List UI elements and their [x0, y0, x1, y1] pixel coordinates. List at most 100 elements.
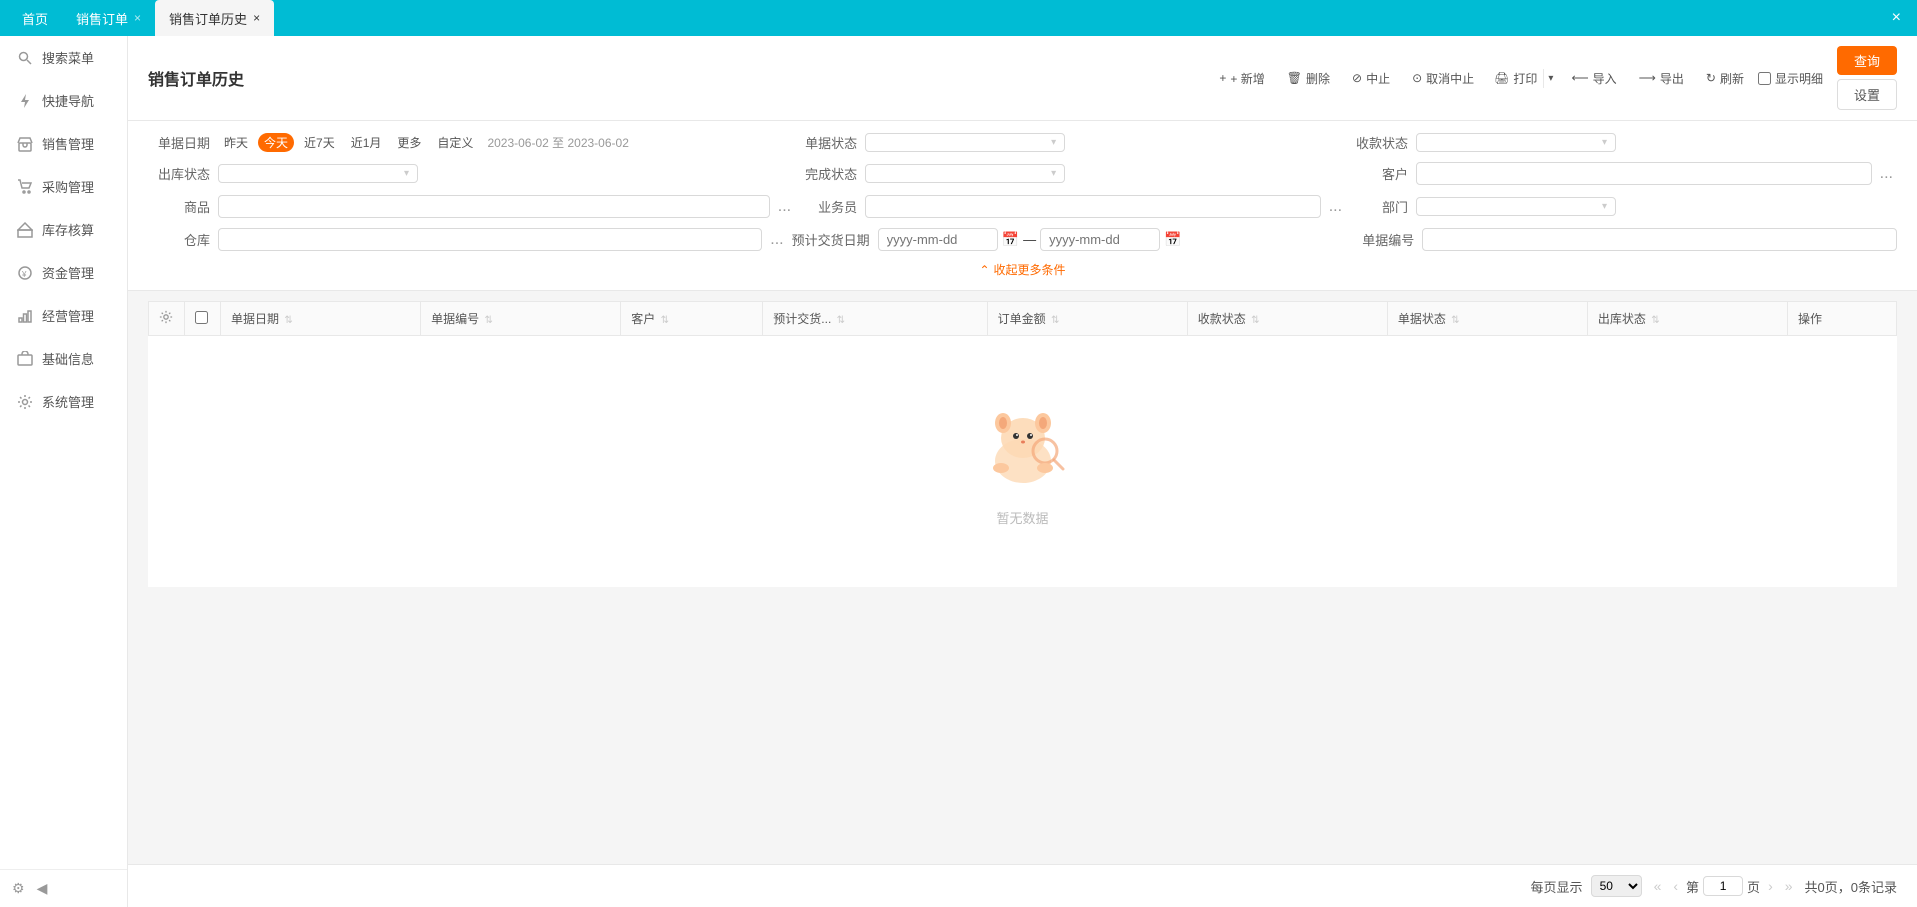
export-button[interactable]: ⟶ 导出: [1631, 66, 1692, 91]
svg-text:¥: ¥: [21, 270, 27, 279]
new-button[interactable]: + + 新增: [1211, 66, 1272, 91]
sidebar-item-finance[interactable]: ¥ 资金管理: [0, 251, 127, 294]
cancel-stop-button[interactable]: ⊙ 取消中止: [1404, 66, 1482, 91]
salesperson-dots-icon[interactable]: ...: [1325, 198, 1346, 216]
filter-row-4: 仓库 ... 预计交货日期 📅 — 📅 单据编号: [148, 228, 1897, 251]
first-page-button[interactable]: «: [1650, 876, 1666, 896]
collapse-button[interactable]: ⌃ 收起更多条件: [148, 261, 1897, 278]
date-tag-more[interactable]: 更多: [391, 133, 427, 152]
th-no[interactable]: 单据编号 ⇅: [421, 302, 621, 336]
customer-dots-icon[interactable]: ...: [1876, 165, 1897, 183]
sidebar-item-finance-label: 资金管理: [42, 263, 94, 282]
customer-input[interactable]: [1416, 162, 1872, 185]
th-out-status[interactable]: 出库状态 ⇅: [1587, 302, 1787, 336]
filter-row-1: 单据日期 昨天 今天 近7天 近1月 更多 自定义 2023-06-02 至 2…: [148, 133, 1897, 152]
sidebar-item-search[interactable]: 搜索菜单: [0, 36, 127, 79]
sidebar-item-nav[interactable]: 快捷导航: [0, 79, 127, 122]
receipt-status-select[interactable]: ▾: [1416, 133, 1616, 152]
import-button[interactable]: ⟵ 导入: [1563, 66, 1624, 91]
page-size-select[interactable]: 20 50 100: [1591, 875, 1642, 897]
date-tag-yesterday[interactable]: 昨天: [218, 133, 254, 152]
next-page-button[interactable]: ›: [1764, 876, 1777, 896]
salesperson-input[interactable]: [865, 195, 1321, 218]
query-button[interactable]: 查询: [1837, 46, 1897, 75]
tab-home[interactable]: 首页: [8, 0, 62, 36]
delivery-date-start-calendar-icon[interactable]: 📅: [1002, 231, 1019, 248]
sort-out-icon: ⇅: [1651, 315, 1659, 326]
th-delivery[interactable]: 预计交货... ⇅: [763, 302, 987, 336]
th-gear[interactable]: [149, 302, 185, 336]
show-detail-checkbox[interactable]: [1758, 72, 1771, 85]
delivery-date-end-calendar-icon[interactable]: 📅: [1164, 231, 1181, 248]
footer-pagination: 每页显示 20 50 100 « ‹ 第 页 › » 共0页，0条记录: [128, 864, 1917, 907]
warehouse-control: ...: [218, 228, 788, 251]
sidebar-item-operation[interactable]: 经营管理: [0, 294, 127, 337]
th-checkbox[interactable]: [185, 302, 221, 336]
complete-status-arrow-icon: ▾: [1051, 168, 1056, 179]
salesperson-control: ...: [865, 195, 1346, 218]
delivery-date-end-input[interactable]: [1040, 228, 1160, 251]
page-suffix-label: 页: [1747, 877, 1760, 896]
filter-row-2: 出库状态 ▾ 完成状态 ▾ 客户 ...: [148, 162, 1897, 185]
last-page-button[interactable]: »: [1781, 876, 1797, 896]
sort-no-icon: ⇅: [484, 315, 492, 326]
date-tag-today[interactable]: 今天: [258, 133, 294, 152]
date-tag-7days[interactable]: 近7天: [298, 133, 341, 152]
out-status-select[interactable]: ▾: [218, 164, 418, 183]
warehouse-label: 仓库: [148, 230, 218, 249]
tab-sales-order[interactable]: 销售订单 ×: [62, 0, 155, 36]
out-status-label: 出库状态: [148, 164, 218, 183]
date-tag-1month[interactable]: 近1月: [345, 133, 388, 152]
dept-control: ▾: [1416, 197, 1897, 216]
sidebar-item-operation-label: 经营管理: [42, 306, 94, 325]
tab-home-label: 首页: [22, 9, 48, 28]
delivery-date-separator: —: [1023, 232, 1036, 247]
print-dropdown-button[interactable]: ▾: [1543, 69, 1557, 88]
sidebar-item-sales[interactable]: 销售管理: [0, 122, 127, 165]
complete-status-control: ▾: [865, 164, 1346, 183]
receipt-status-control: ▾: [1416, 133, 1897, 152]
page-number-input[interactable]: [1703, 876, 1743, 896]
print-button[interactable]: 🖨 打印: [1488, 66, 1543, 91]
sidebar-item-purchase[interactable]: 采购管理: [0, 165, 127, 208]
bill-status-control: ▾: [865, 133, 1346, 152]
delivery-date-start-input[interactable]: [878, 228, 998, 251]
tab-sales-order-close[interactable]: ×: [134, 11, 141, 25]
tab-sales-order-history[interactable]: 销售订单历史 ×: [155, 0, 274, 36]
th-action: 操作: [1788, 302, 1897, 336]
th-customer[interactable]: 客户 ⇅: [621, 302, 763, 336]
select-all-checkbox[interactable]: [195, 311, 208, 324]
dept-select[interactable]: ▾: [1416, 197, 1616, 216]
goods-input[interactable]: [218, 195, 770, 218]
window-close-icon[interactable]: ×: [1884, 9, 1909, 27]
refresh-button[interactable]: ↻ 刷新: [1698, 66, 1752, 91]
toolbar: + + 新增 🗑 删除 ⊘ 中止 ⊙ 取消中止 🖨: [1211, 46, 1897, 110]
warehouse-dots-icon[interactable]: ...: [766, 231, 787, 249]
complete-status-select[interactable]: ▾: [865, 164, 1065, 183]
sidebar-item-inventory[interactable]: 库存核算: [0, 208, 127, 251]
cancel-stop-icon: ⊙: [1412, 71, 1422, 85]
warehouse-input[interactable]: [218, 228, 762, 251]
sidebar-gear-icon[interactable]: ⚙: [12, 880, 25, 897]
flash-icon: [16, 92, 34, 110]
stop-button[interactable]: ⊘ 中止: [1344, 66, 1398, 91]
sidebar-collapse-icon[interactable]: ◀: [37, 880, 48, 897]
set-button[interactable]: 设置: [1837, 79, 1897, 110]
th-receipt-status[interactable]: 收款状态 ⇅: [1187, 302, 1387, 336]
bill-status-select[interactable]: ▾: [865, 133, 1065, 152]
bill-no-input[interactable]: [1422, 228, 1897, 251]
show-detail-checkbox-label[interactable]: 显示明细: [1758, 70, 1823, 87]
sort-customer-icon: ⇅: [661, 315, 669, 326]
delete-button[interactable]: 🗑 删除: [1279, 66, 1338, 91]
new-icon: +: [1219, 71, 1226, 85]
sidebar-item-basic[interactable]: 基础信息: [0, 337, 127, 380]
th-date[interactable]: 单据日期 ⇅: [221, 302, 421, 336]
import-icon: ⟵: [1571, 71, 1588, 85]
sidebar-item-system[interactable]: 系统管理: [0, 380, 127, 423]
tab-sales-order-history-close[interactable]: ×: [253, 11, 260, 25]
th-bill-status[interactable]: 单据状态 ⇅: [1387, 302, 1587, 336]
goods-dots-icon[interactable]: ...: [774, 198, 795, 216]
th-amount[interactable]: 订单金额 ⇅: [987, 302, 1187, 336]
date-tag-custom[interactable]: 自定义: [431, 133, 479, 152]
prev-page-button[interactable]: ‹: [1669, 876, 1682, 896]
